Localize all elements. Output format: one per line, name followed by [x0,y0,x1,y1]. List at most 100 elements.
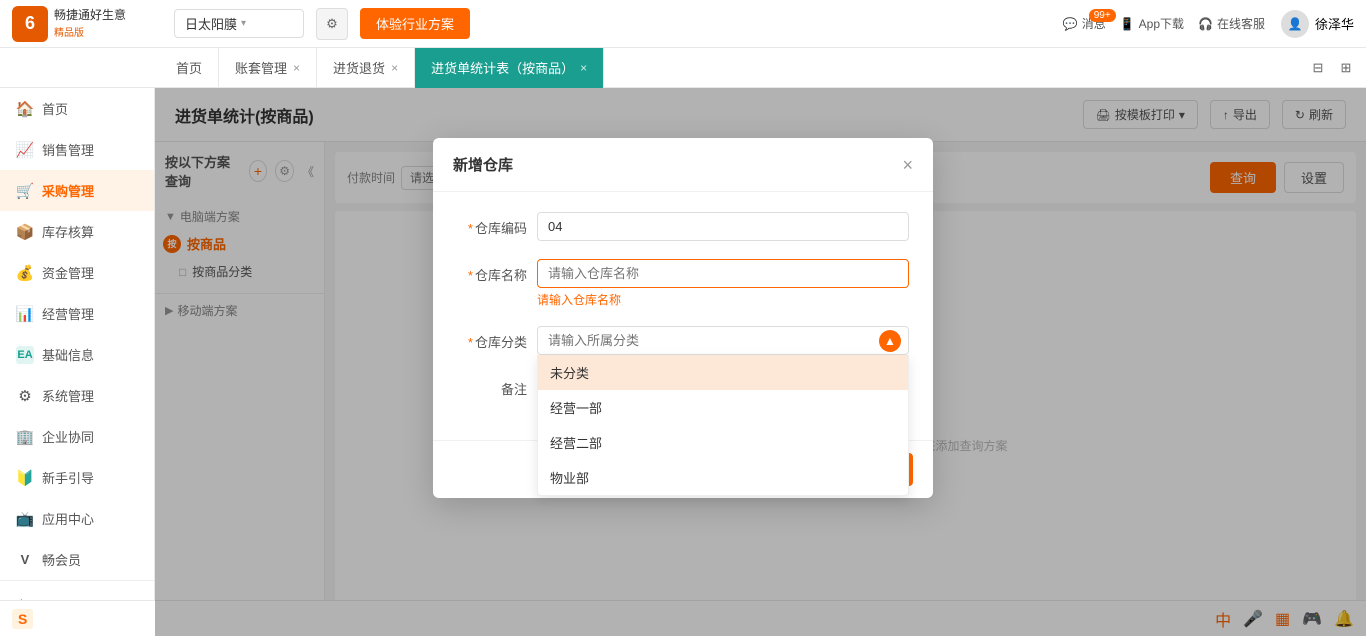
code-label: *仓库编码 [457,212,527,237]
brand-sub: 精品版 [54,24,126,39]
bottom-left: S [12,609,33,629]
form-row-name: *仓库名称 请输入仓库名称 [457,259,909,308]
app-download-button[interactable]: 📱 App下载 [1120,15,1184,32]
purchase-icon: 🛒 [16,182,34,200]
name-label: *仓库名称 [457,259,527,284]
inventory-icon: 📦 [16,223,34,241]
category-dropdown-wrap: ▲ 未分类 经营一部 经营二部 物业部 [537,326,909,355]
dropdown-option-op1[interactable]: 经营一部 [538,390,908,425]
sidebar-item-enterprise[interactable]: 🏢 企业协同 [0,416,154,457]
tab-account-close[interactable]: × [293,61,300,75]
sidebar-item-apps[interactable]: 📺 应用中心 [0,498,154,539]
sidebar-item-sales[interactable]: 📈 销售管理 [0,129,154,170]
sidebar-basic-label: 基础信息 [42,345,94,364]
sidebar-sales-label: 销售管理 [42,140,94,159]
sidebar-system-label: 系统管理 [42,386,94,405]
enterprise-icon: 🏢 [16,428,34,446]
form-row-category: *仓库分类 ▲ 未分类 经营一部 经营二部 物业部 [457,326,909,355]
headset-icon: 🎧 [1198,17,1213,31]
dropdown-option-uncategorized[interactable]: 未分类 [538,355,908,390]
message-button[interactable]: 💬 消息 99+ [1063,15,1106,32]
topbar-icons: 💬 消息 99+ 📱 App下载 🎧 在线客服 [1063,15,1265,32]
sidebar-item-inventory[interactable]: 📦 库存核算 [0,211,154,252]
member-icon: V [16,551,34,569]
tabbar: 首页 账套管理 × 进货退货 × 进货单统计表（按商品） × ⊟ ⊞ [0,48,1366,88]
message-badge: 99+ [1089,9,1116,22]
sidebar-enterprise-label: 企业协同 [42,427,94,446]
sidebar-item-guide[interactable]: 🔰 新手引导 [0,457,154,498]
home-icon: 🏠 [16,100,34,118]
logo-icon: 6 [12,6,48,42]
sidebar-purchase-label: 采购管理 [42,181,94,200]
sidebar-home-label: 首页 [42,99,68,118]
category-dropdown-list: 未分类 经营一部 经营二部 物业部 [537,355,909,496]
settings-button[interactable]: ⚙ [316,8,348,40]
gear-icon: ⚙ [326,16,338,32]
tab-maximize-button[interactable]: ⊞ [1334,56,1358,80]
category-input[interactable] [537,326,909,355]
tab-home-label: 首页 [176,58,202,77]
sidebar-operation-label: 经营管理 [42,304,94,323]
topbar: 6 畅捷通好生意 精品版 日太阳膜 ▾ ⚙ 体验行业方案 💬 消息 99+ 📱 … [0,0,1366,48]
dropdown-option-op2[interactable]: 经营二部 [538,425,908,460]
user-name: 徐泽华 [1315,14,1354,33]
tab-account[interactable]: 账套管理 × [219,48,317,88]
store-selector[interactable]: 日太阳膜 ▾ [174,9,304,38]
basic-icon: EA [16,346,34,364]
brand-name: 畅捷通好生意 [54,8,126,24]
user-avatar: 👤 [1281,10,1309,38]
online-service-button[interactable]: 🎧 在线客服 [1198,15,1265,32]
form-row-code: *仓库编码 [457,212,909,241]
sidebar: 🏠 首页 📈 销售管理 🛒 采购管理 📦 库存核算 💰 资金管理 📊 经营管理 … [0,88,155,636]
operation-icon: 📊 [16,305,34,323]
guide-icon: 🔰 [16,469,34,487]
logo-area: 6 畅捷通好生意 精品版 [12,6,162,42]
sidebar-item-basic[interactable]: EA 基础信息 [0,334,154,375]
tab-home[interactable]: 首页 [160,48,219,88]
dropdown-option-op3[interactable]: 物业部 [538,460,908,495]
modal-title: 新增仓库 [453,154,513,175]
name-input[interactable] [537,259,909,288]
tab-purchase-stats-label: 进货单统计表（按商品） [431,58,574,77]
tab-purchase-stats-close[interactable]: × [580,61,587,75]
store-dropdown-arrow-icon: ▾ [241,18,246,29]
trial-button[interactable]: 体验行业方案 [360,8,470,39]
message-icon: 💬 [1063,17,1078,31]
store-name: 日太阳膜 [185,14,237,33]
modal-close-button[interactable]: × [902,156,913,174]
app-download-icon: 📱 [1120,17,1135,31]
name-error-tip: 请输入仓库名称 [537,291,909,308]
tab-purchase-return-label: 进货退货 [333,58,385,77]
sidebar-item-member[interactable]: V 畅会员 [0,539,154,580]
sidebar-item-home[interactable]: 🏠 首页 [0,88,154,129]
user-info[interactable]: 👤 徐泽华 [1281,10,1354,38]
finance-icon: 💰 [16,264,34,282]
sidebar-apps-label: 应用中心 [42,509,94,528]
sidebar-member-label: 畅会员 [42,550,81,569]
sidebar-finance-label: 资金管理 [42,263,94,282]
system-icon: ⚙ [16,387,34,405]
tab-minimize-button[interactable]: ⊟ [1306,56,1330,80]
modal-body: *仓库编码 *仓库名称 请输入仓库名称 *仓库分类 ▲ 未分类 [433,192,933,440]
tab-controls: ⊟ ⊞ [1306,56,1366,80]
sales-icon: 📈 [16,141,34,159]
sidebar-item-finance[interactable]: 💰 资金管理 [0,252,154,293]
tab-purchase-stats[interactable]: 进货单统计表（按商品） × [415,48,604,88]
topbar-right: 💬 消息 99+ 📱 App下载 🎧 在线客服 👤 徐泽华 [1063,10,1354,38]
tab-purchase-return[interactable]: 进货退货 × [317,48,415,88]
code-input[interactable] [537,212,909,241]
dropdown-arrow-button[interactable]: ▲ [879,330,901,352]
name-field-wrap: 请输入仓库名称 [537,259,909,308]
sidebar-item-system[interactable]: ⚙ 系统管理 [0,375,154,416]
tab-account-label: 账套管理 [235,58,287,77]
sidebar-guide-label: 新手引导 [42,468,94,487]
category-label: *仓库分类 [457,326,527,351]
sidebar-item-purchase[interactable]: 🛒 采购管理 [0,170,154,211]
online-service-label: 在线客服 [1217,15,1265,32]
note-label: 备注 [457,373,527,398]
sidebar-inventory-label: 库存核算 [42,222,94,241]
sidebar-item-operation[interactable]: 📊 经营管理 [0,293,154,334]
modal-header: 新增仓库 × [433,138,933,192]
add-warehouse-modal: 新增仓库 × *仓库编码 *仓库名称 请输入仓库名称 *仓库分类 [433,138,933,498]
tab-purchase-return-close[interactable]: × [391,61,398,75]
